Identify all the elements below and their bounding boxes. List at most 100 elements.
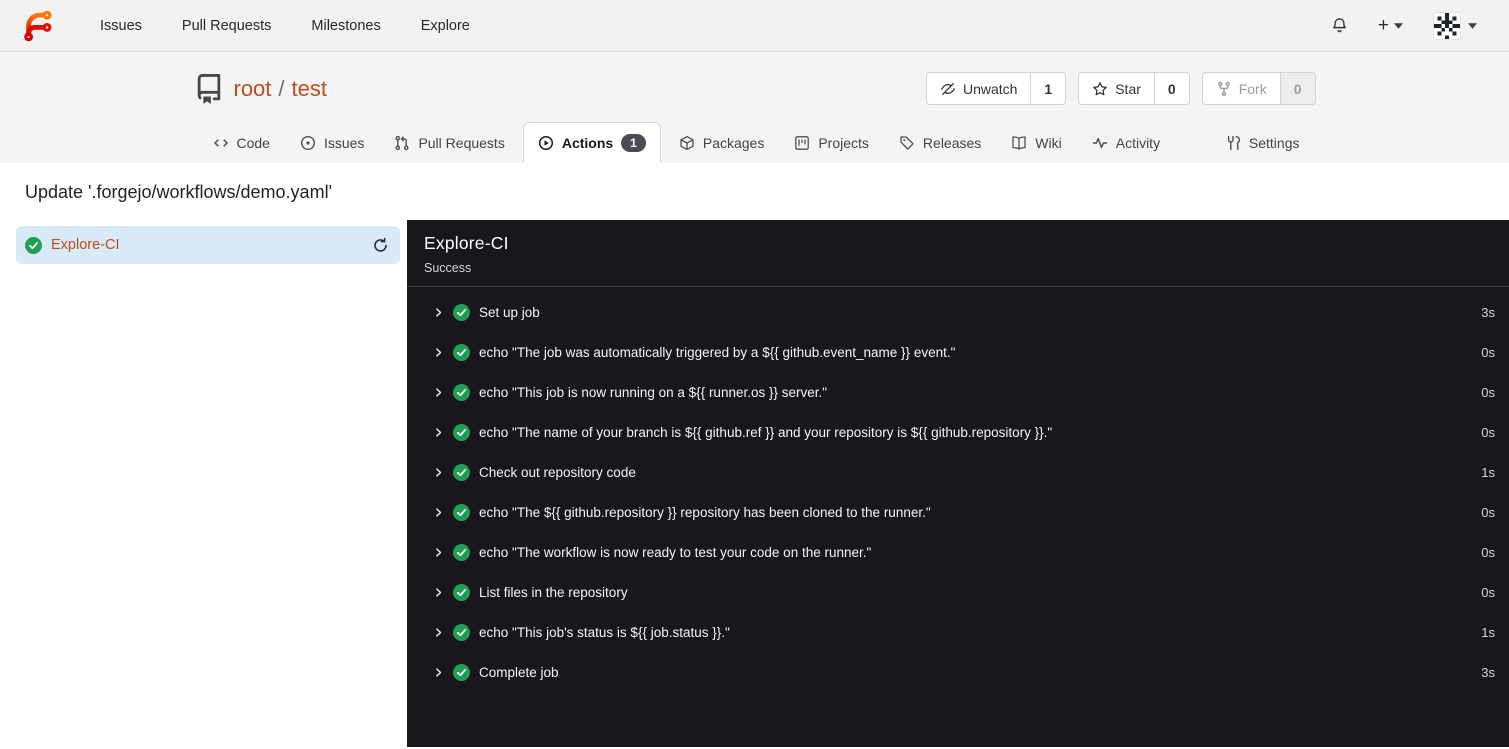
chevron-right-icon [433, 467, 444, 478]
tab-projects[interactable]: Projects [782, 122, 881, 163]
tab-packages[interactable]: Packages [667, 122, 776, 163]
step-success-icon [453, 543, 470, 561]
play-circle-icon [538, 135, 554, 151]
repo-book-icon [194, 73, 224, 104]
step-list: Set up job 3s echo "The job was automati… [407, 287, 1509, 692]
tab-projects-label: Projects [818, 134, 869, 151]
star-button[interactable]: Star [1078, 72, 1154, 105]
tab-actions[interactable]: Actions 1 [522, 122, 661, 163]
breadcrumb-separator: / [278, 75, 285, 101]
repo-owner-link[interactable]: root [234, 76, 272, 102]
fork-button[interactable]: Fork [1201, 72, 1280, 105]
step-row[interactable]: echo "The name of your branch is ${{ git… [407, 412, 1509, 452]
step-success-icon [453, 663, 470, 681]
step-name: echo "This job is now running on a ${{ r… [479, 384, 828, 400]
job-name-link: Explore-CI [51, 237, 120, 253]
step-duration: 0s [1481, 424, 1495, 440]
step-name: Complete job [479, 664, 559, 680]
fork-label: Fork [1238, 80, 1267, 97]
tab-issues[interactable]: Issues [288, 122, 376, 163]
step-name: echo "The job was automatically triggere… [479, 344, 956, 360]
repo-header: root / test Unwatch 1 Star 0 Fork 0 Code… [0, 52, 1509, 163]
tab-releases[interactable]: Releases [887, 122, 993, 163]
unwatch-button[interactable]: Unwatch [925, 72, 1031, 105]
notifications-button[interactable] [1321, 11, 1358, 40]
nav-issues[interactable]: Issues [82, 10, 160, 42]
book-icon [1011, 135, 1027, 151]
chevron-right-icon [433, 347, 444, 358]
forgejo-logo[interactable] [22, 9, 56, 43]
step-name: List files in the repository [479, 584, 628, 600]
step-success-icon [453, 503, 470, 521]
step-row[interactable]: echo "The job was automatically triggere… [407, 332, 1509, 372]
watch-count[interactable]: 1 [1030, 72, 1067, 105]
chevron-right-icon [433, 627, 444, 638]
pulse-icon [1092, 135, 1108, 151]
star-button-group: Star 0 [1078, 72, 1190, 105]
job-item-explore-ci[interactable]: Explore-CI [16, 226, 400, 264]
actions-run-page: Update '.forgejo/workflows/demo.yaml' Ex… [0, 163, 1509, 747]
repo-name-link[interactable]: test [292, 76, 327, 102]
step-row[interactable]: echo "The workflow is now ready to test … [407, 532, 1509, 572]
tools-icon [1225, 135, 1241, 151]
nav-explore[interactable]: Explore [403, 10, 488, 42]
watch-button-group: Unwatch 1 [925, 72, 1067, 105]
fork-count[interactable]: 0 [1279, 72, 1316, 105]
step-row[interactable]: echo "The ${{ github.repository }} repos… [407, 492, 1509, 532]
step-row[interactable]: Set up job 3s [407, 292, 1509, 332]
tab-activity-label: Activity [1115, 134, 1161, 151]
step-duration: 0s [1481, 504, 1495, 520]
avatar [1433, 11, 1461, 40]
step-duration: 0s [1481, 544, 1495, 560]
tab-releases-label: Releases [922, 134, 982, 151]
bell-icon [1331, 17, 1348, 34]
tab-pull-requests[interactable]: Pull Requests [382, 122, 516, 163]
success-check-icon [25, 236, 42, 254]
tab-activity[interactable]: Activity [1080, 122, 1172, 163]
chevron-right-icon [433, 587, 444, 598]
issue-opened-icon [300, 135, 316, 151]
rerun-job-icon[interactable] [372, 237, 389, 254]
workflow-run-title: Update '.forgejo/workflows/demo.yaml' [25, 182, 333, 202]
step-duration: 0s [1481, 584, 1495, 600]
chevron-right-icon [433, 387, 444, 398]
step-success-icon [453, 303, 470, 321]
step-success-icon [453, 423, 470, 441]
step-success-icon [453, 463, 470, 481]
step-duration: 1s [1481, 624, 1495, 640]
tab-actions-label: Actions [561, 135, 614, 151]
tab-settings-label: Settings [1248, 134, 1300, 151]
repo-breadcrumb: root / test [234, 76, 328, 102]
repo-tabs: Code Issues Pull Requests Actions 1 Pack… [194, 122, 1316, 163]
nav-milestones[interactable]: Milestones [293, 10, 398, 42]
tab-settings[interactable]: Settings [1213, 122, 1312, 163]
repo-action-buttons: Unwatch 1 Star 0 Fork 0 [925, 72, 1316, 105]
tab-wiki[interactable]: Wiki [999, 122, 1073, 163]
nav-pull-requests[interactable]: Pull Requests [164, 10, 289, 42]
git-pull-request-icon [394, 135, 410, 151]
create-new-button[interactable]: + [1368, 10, 1413, 41]
step-duration: 3s [1481, 664, 1495, 680]
plus-icon: + [1377, 15, 1389, 36]
star-icon [1092, 81, 1108, 97]
chevron-right-icon [433, 427, 444, 438]
step-duration: 0s [1481, 384, 1495, 400]
step-name: echo "The ${{ github.repository }} repos… [479, 504, 931, 520]
step-row[interactable]: Check out repository code 1s [407, 452, 1509, 492]
step-row[interactable]: List files in the repository 0s [407, 572, 1509, 612]
step-row[interactable]: echo "This job's status is ${{ job.statu… [407, 612, 1509, 652]
step-duration: 0s [1481, 344, 1495, 360]
tab-code[interactable]: Code [201, 122, 282, 163]
job-log-header: Explore-CI Success [407, 220, 1509, 287]
step-row[interactable]: Complete job 3s [407, 652, 1509, 692]
job-list-sidebar: Explore-CI [0, 220, 407, 747]
star-count[interactable]: 0 [1153, 72, 1190, 105]
repo-title-row: root / test Unwatch 1 Star 0 Fork 0 [194, 52, 1316, 105]
step-name: echo "This job's status is ${{ job.statu… [479, 624, 730, 640]
tab-wiki-label: Wiki [1035, 134, 1062, 151]
step-row[interactable]: echo "This job is now running on a ${{ r… [407, 372, 1509, 412]
chevron-down-icon [1468, 22, 1477, 29]
job-status-text: Success [424, 261, 472, 275]
user-menu-button[interactable] [1423, 6, 1487, 46]
package-icon [679, 135, 695, 151]
